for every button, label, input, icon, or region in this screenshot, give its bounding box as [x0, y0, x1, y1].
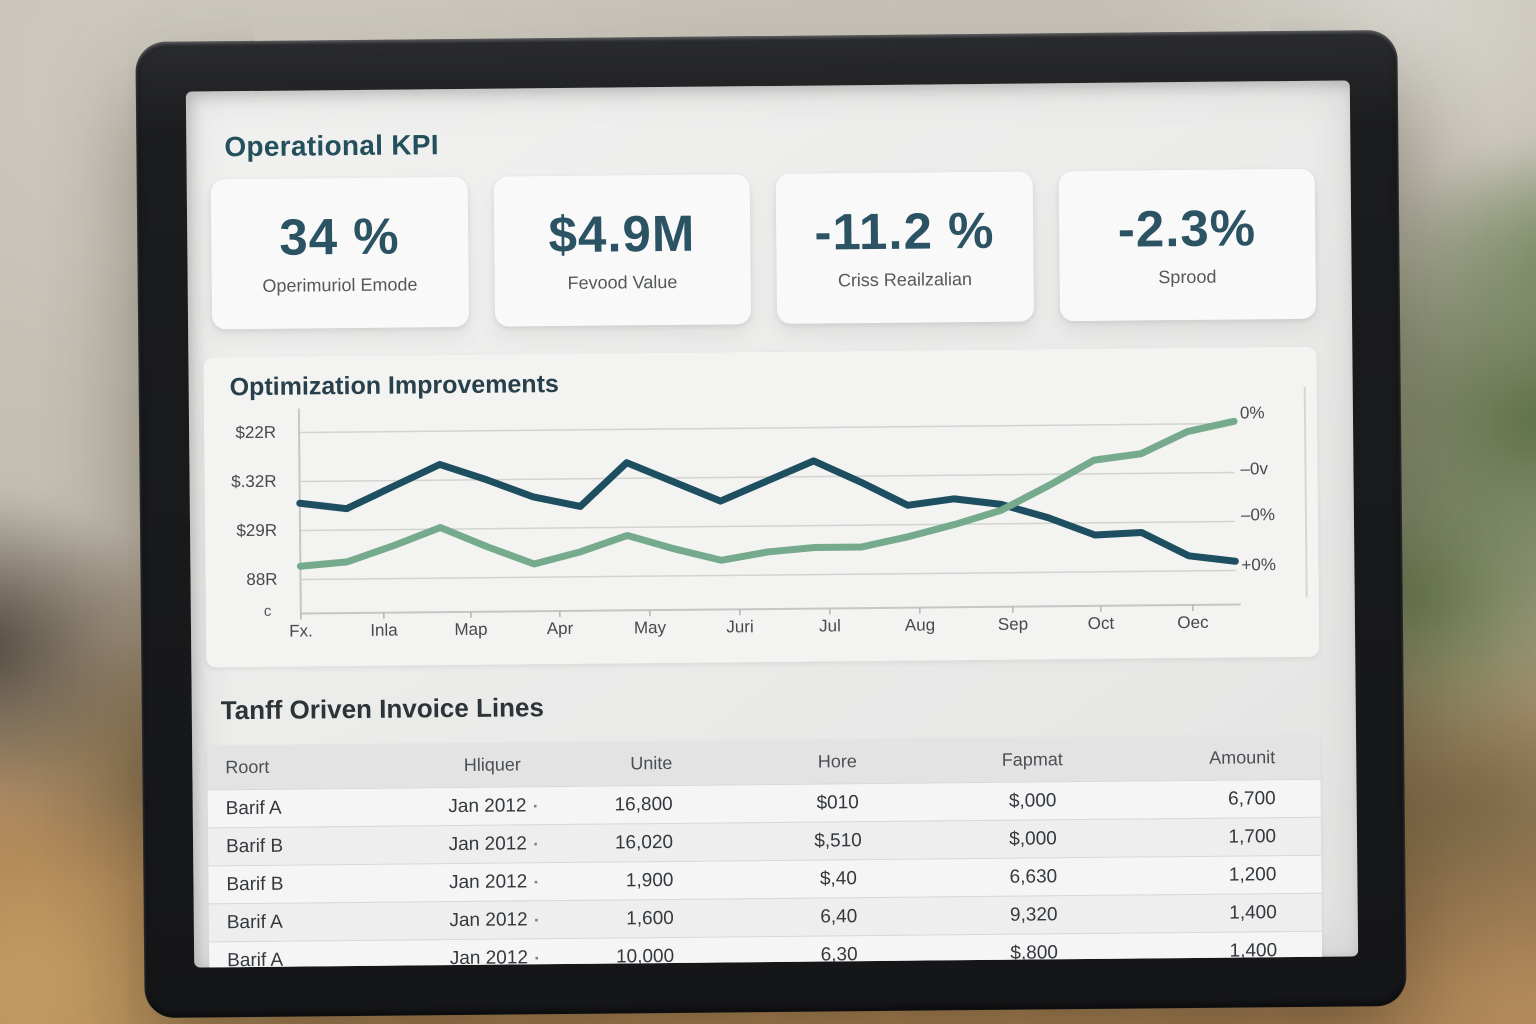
photo-scene: Operational KPI 34 % Operimuriol Emode $4.…: [0, 0, 1536, 1024]
period-cell: Jan 2012 ▪: [449, 946, 539, 968]
gridline: [299, 422, 1235, 434]
kpi-label: Sprood: [1158, 266, 1217, 287]
x-axis-label: Apr: [546, 618, 574, 639]
period-dropdown-marker[interactable]: ▪: [534, 877, 538, 888]
header-cell: Roort: [225, 756, 270, 777]
right-axis-label: 0%: [1239, 403, 1265, 423]
hore-cell: $,510: [814, 829, 862, 852]
x-axis-label: May: [633, 618, 667, 638]
fapmat-cell: $,800: [1010, 941, 1058, 964]
amount-cell: 1,400: [1229, 901, 1277, 924]
amount-cell: 1,700: [1228, 825, 1277, 848]
y-axis-label: $29R: [236, 520, 278, 541]
fapmat-cell: $,000: [1009, 827, 1057, 850]
period-cell: Jan 2012 ▪: [448, 870, 538, 893]
series-sage-green-line: [296, 417, 1238, 570]
x-axis-label: Juri: [726, 617, 754, 637]
period-dropdown-marker[interactable]: ▪: [535, 953, 539, 964]
table-title: Tanff Oriven Invoice Lines: [220, 692, 545, 726]
kpi-value: $4.9M: [548, 204, 696, 263]
hore-cell: 6,40: [820, 905, 858, 928]
axis-footnote: c: [263, 602, 272, 620]
x-axis-label: Inla: [370, 620, 398, 640]
x-axis-label: Map: [454, 619, 488, 640]
x-axis-label: Oec: [1177, 612, 1209, 633]
period-cell: Jan 2012 ▪: [448, 794, 538, 817]
fapmat-cell: 6,630: [1009, 865, 1058, 888]
y-axis-label: $22R: [235, 422, 277, 443]
fapmat-cell: $,000: [1008, 789, 1057, 812]
hore-cell: 6,30: [820, 943, 858, 966]
hore-cell: $010: [816, 791, 859, 814]
period-cell: Jan 2012 ▪: [448, 832, 538, 855]
kpi-value: 34 %: [279, 207, 400, 266]
y-axis-line: [297, 408, 302, 614]
unite-cell: 16,020: [614, 831, 674, 854]
root-cell: Barif A: [227, 949, 284, 968]
x-axis-label: Sep: [997, 614, 1029, 634]
x-axis-label: Aug: [904, 615, 936, 635]
page-title: Operational KPI: [224, 129, 440, 163]
kpi-card: 34 % Operimuriol Emode: [210, 176, 469, 330]
kpi-value: -2.3%: [1117, 198, 1257, 258]
amount-cell: 6,700: [1228, 787, 1276, 810]
kpi-card: $4.9M Fevood Value: [493, 174, 752, 327]
root-cell: Barif B: [226, 873, 284, 895]
y-axis-label: 88R: [246, 569, 278, 590]
kpi-label: Fevood Value: [567, 271, 678, 293]
x-axis-label: Oct: [1087, 613, 1115, 633]
unite-cell: 1,600: [626, 907, 674, 929]
y-axis-label: $.32R: [231, 471, 277, 492]
period-dropdown-marker[interactable]: ▪: [534, 839, 538, 850]
kpi-row: 34 % Operimuriol Emode $4.9M Fevood Value -1…: [210, 168, 1317, 330]
amount-cell: 1,400: [1229, 939, 1278, 962]
root-cell: Barif B: [225, 835, 284, 857]
unite-cell: 10,000: [615, 945, 675, 968]
gridline: [300, 569, 1236, 581]
period-cell: Jan 2012 ▪: [449, 908, 539, 931]
period-dropdown-marker[interactable]: ▪: [535, 915, 539, 926]
amount-cell: 1,200: [1228, 863, 1277, 886]
dashboard-screen: Operational KPI 34 % Operimuriol Emode $4.…: [185, 80, 1359, 968]
period-dropdown-marker[interactable]: ▪: [533, 801, 537, 812]
kpi-label: Criss Reailzalian: [837, 268, 973, 290]
x-axis-label: Jul: [819, 616, 841, 636]
kpi-label: Operimuriol Emode: [262, 273, 418, 296]
kpi-card: -2.3% Sprood: [1058, 168, 1317, 322]
chart-panel: Optimization Improvements $22R $.32R $29R 8…: [203, 346, 1320, 668]
header-cell: Hore: [817, 750, 857, 772]
header-cell: Fapmat: [1001, 748, 1063, 770]
unite-cell: 16,800: [614, 793, 673, 816]
x-axis-label: Fx.: [289, 621, 313, 641]
unite-cell: 1,900: [625, 869, 674, 891]
kpi-card: -11.2 % Criss Reailzalian: [775, 171, 1034, 324]
hore-cell: $,40: [819, 867, 857, 890]
header-cell: Unite: [630, 752, 673, 773]
header-cell: Amounit: [1209, 746, 1276, 768]
right-axis-label: –0v: [1240, 459, 1269, 479]
header-cell: Hliquer: [463, 753, 521, 775]
right-axis-label: +0%: [1241, 555, 1277, 575]
laptop: Operational KPI 34 % Operimuriol Emode $4.…: [135, 29, 1407, 1019]
kpi-value: -11.2 %: [814, 201, 995, 261]
root-cell: Barif A: [225, 797, 282, 819]
right-axis-label: –0%: [1240, 505, 1276, 525]
invoice-table: Roort Hliquer Unite Hore Fapmat Amounit Barif …: [207, 734, 1323, 968]
root-cell: Barif A: [226, 911, 283, 933]
fapmat-cell: 9,320: [1009, 903, 1058, 926]
